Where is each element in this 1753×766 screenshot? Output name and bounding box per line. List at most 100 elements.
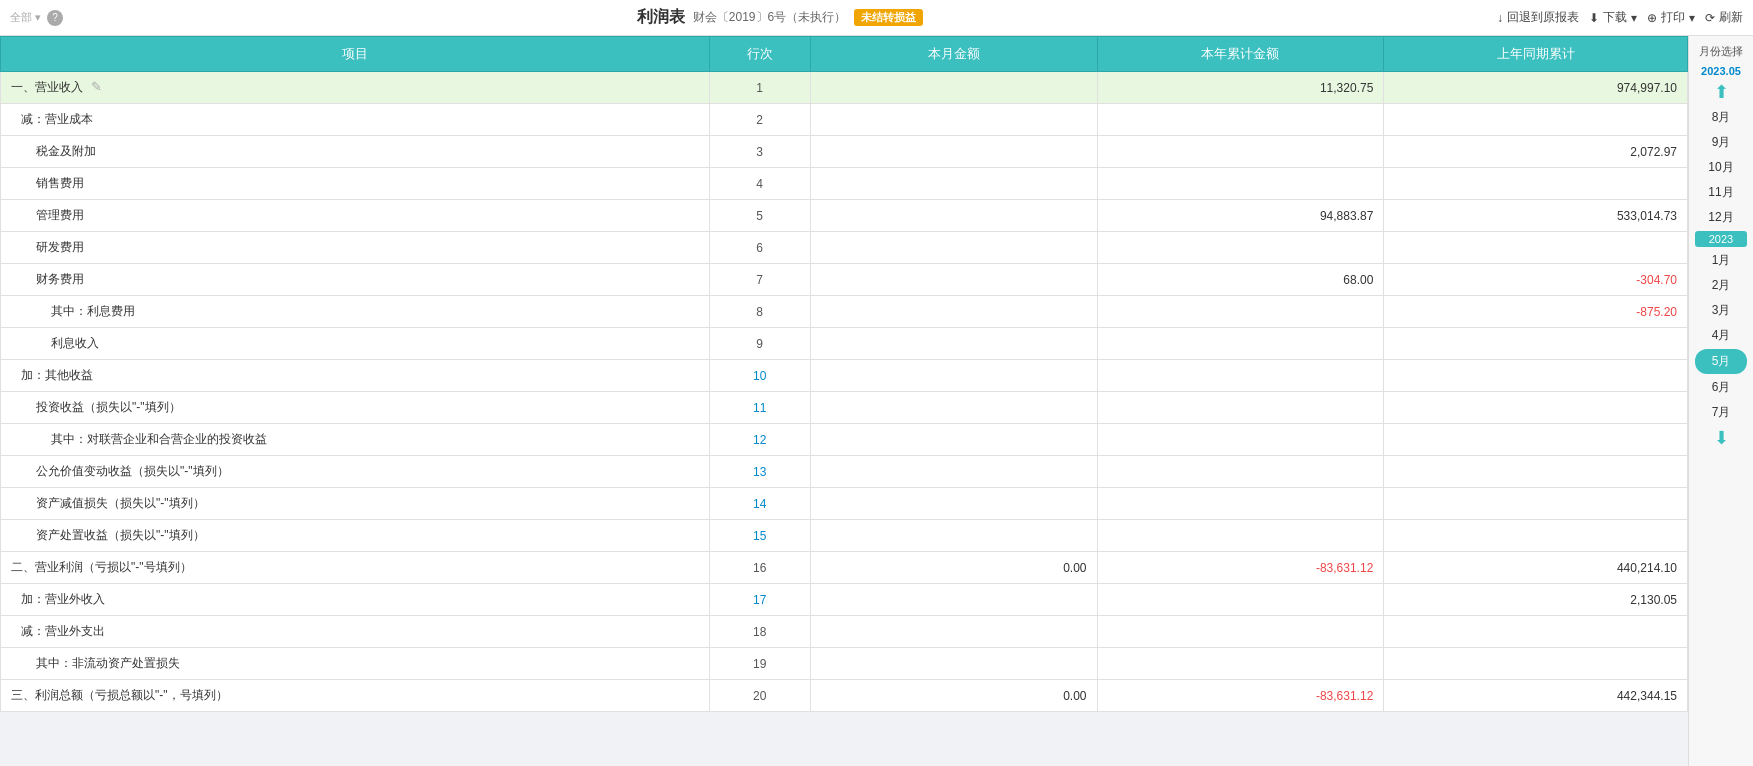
prev-year-amount [1384,456,1688,488]
table-row: 其中：利息费用8-875.20 [1,296,1688,328]
month-item[interactable]: 11月 [1689,180,1753,205]
download-button[interactable]: ⬇ 下载 ▾ [1589,9,1637,26]
month-amount [810,296,1097,328]
month-amount [810,360,1097,392]
row-label: 资产减值损失（损失以"-"填列） [1,488,710,520]
month-item[interactable]: 1月 [1689,248,1753,273]
prev-year-amount [1384,328,1688,360]
month-item[interactable]: 5月 [1695,349,1747,374]
month-amount [810,104,1097,136]
status-badge: 未结转损益 [854,9,923,26]
month-amount [810,232,1097,264]
prev-year-amount: 2,072.97 [1384,136,1688,168]
prev-year-amount: 2,130.05 [1384,584,1688,616]
refresh-button[interactable]: ⟳ 刷新 [1705,9,1743,26]
ytd-amount: 11,320.75 [1097,72,1384,104]
report-title: 利润表 [637,7,685,28]
page-title-area: 利润表 财会〔2019〕6号（未执行） 未结转损益 [637,7,923,28]
ytd-amount [1097,648,1384,680]
scroll-down-arrow[interactable]: ⬇ [1714,425,1729,451]
edit-icon[interactable]: ✎ [87,79,102,94]
ytd-amount: -83,631.12 [1097,680,1384,712]
prev-year-amount [1384,520,1688,552]
scope-dropdown[interactable]: 全部 ▾ [10,10,41,25]
table-row: 管理费用594,883.87533,014.73 [1,200,1688,232]
row-label: 其中：非流动资产处置损失 [1,648,710,680]
table-header-row: 项目 行次 本月金额 本年累计金额 上年同期累计 [1,37,1688,72]
ytd-amount [1097,328,1384,360]
row-label: 三、利润总额（亏损总额以"-"，号填列） [1,680,710,712]
row-number: 6 [709,232,810,264]
month-item[interactable]: 9月 [1689,130,1753,155]
row-number: 10 [709,360,810,392]
help-icon[interactable]: ? [47,10,63,26]
table-row: 资产减值损失（损失以"-"填列）14 [1,488,1688,520]
month-item[interactable]: 8月 [1689,105,1753,130]
row-number: 2 [709,104,810,136]
ytd-amount [1097,456,1384,488]
row-number: 5 [709,200,810,232]
month-amount [810,520,1097,552]
row-number: 13 [709,456,810,488]
month-amount [810,328,1097,360]
row-number: 9 [709,328,810,360]
row-number: 16 [709,552,810,584]
report-table-wrapper: 项目 行次 本月金额 本年累计金额 上年同期累计 一、营业收入 ✎111,320… [0,36,1688,712]
table-row: 其中：对联营企业和合营企业的投资收益12 [1,424,1688,456]
back-icon: ↓ [1497,11,1503,25]
row-number: 20 [709,680,810,712]
month-amount [810,456,1097,488]
content-area: 项目 行次 本月金额 本年累计金额 上年同期累计 一、营业收入 ✎111,320… [0,36,1688,766]
refresh-icon: ⟳ [1705,11,1715,25]
row-number: 17 [709,584,810,616]
prev-year-amount [1384,232,1688,264]
row-label: 其中：利息费用 [1,296,710,328]
month-amount: 0.00 [810,552,1097,584]
ytd-amount [1097,136,1384,168]
month-selector-sidebar: 月份选择 2023.05 ⬆ 8月9月10月11月12月20231月2月3月4月… [1688,36,1753,766]
prev-year-amount [1384,168,1688,200]
report-subtitle: 财会〔2019〕6号（未执行） [693,9,846,26]
prev-year-amount [1384,424,1688,456]
print-button[interactable]: ⊕ 打印 ▾ [1647,9,1695,26]
prev-year-amount: -875.20 [1384,296,1688,328]
month-amount [810,72,1097,104]
row-number: 7 [709,264,810,296]
ytd-amount [1097,168,1384,200]
report-table: 项目 行次 本月金额 本年累计金额 上年同期累计 一、营业收入 ✎111,320… [0,36,1688,712]
row-number: 19 [709,648,810,680]
row-number: 18 [709,616,810,648]
top-bar: 全部 ▾ ? 利润表 财会〔2019〕6号（未执行） 未结转损益 ↓ 回退到原报… [0,0,1753,36]
prev-year-amount: 442,344.15 [1384,680,1688,712]
row-number: 1 [709,72,810,104]
chevron-down-icon: ▾ [35,11,41,24]
month-item[interactable]: 2月 [1689,273,1753,298]
row-label: 减：营业外支出 [1,616,710,648]
row-label: 税金及附加 [1,136,710,168]
chevron-down-icon: ▾ [1631,11,1637,25]
month-item[interactable]: 3月 [1689,298,1753,323]
scroll-up-arrow[interactable]: ⬆ [1714,79,1729,105]
month-amount [810,136,1097,168]
row-number: 11 [709,392,810,424]
row-label: 财务费用 [1,264,710,296]
ytd-amount [1097,360,1384,392]
month-item[interactable]: 6月 [1689,375,1753,400]
month-item[interactable]: 12月 [1689,205,1753,230]
table-row: 财务费用768.00-304.70 [1,264,1688,296]
month-item[interactable]: 10月 [1689,155,1753,180]
prev-year-amount: 533,014.73 [1384,200,1688,232]
row-label: 研发费用 [1,232,710,264]
table-row: 二、营业利润（亏损以"-"号填列）160.00-83,631.12440,214… [1,552,1688,584]
month-item[interactable]: 2023 [1695,231,1747,247]
month-item[interactable]: 7月 [1689,400,1753,425]
month-amount [810,424,1097,456]
month-amount [810,392,1097,424]
table-row: 加：其他收益10 [1,360,1688,392]
row-label: 加：其他收益 [1,360,710,392]
month-amount [810,168,1097,200]
month-item[interactable]: 4月 [1689,323,1753,348]
ytd-amount [1097,584,1384,616]
ytd-amount [1097,488,1384,520]
back-button[interactable]: ↓ 回退到原报表 [1497,9,1579,26]
